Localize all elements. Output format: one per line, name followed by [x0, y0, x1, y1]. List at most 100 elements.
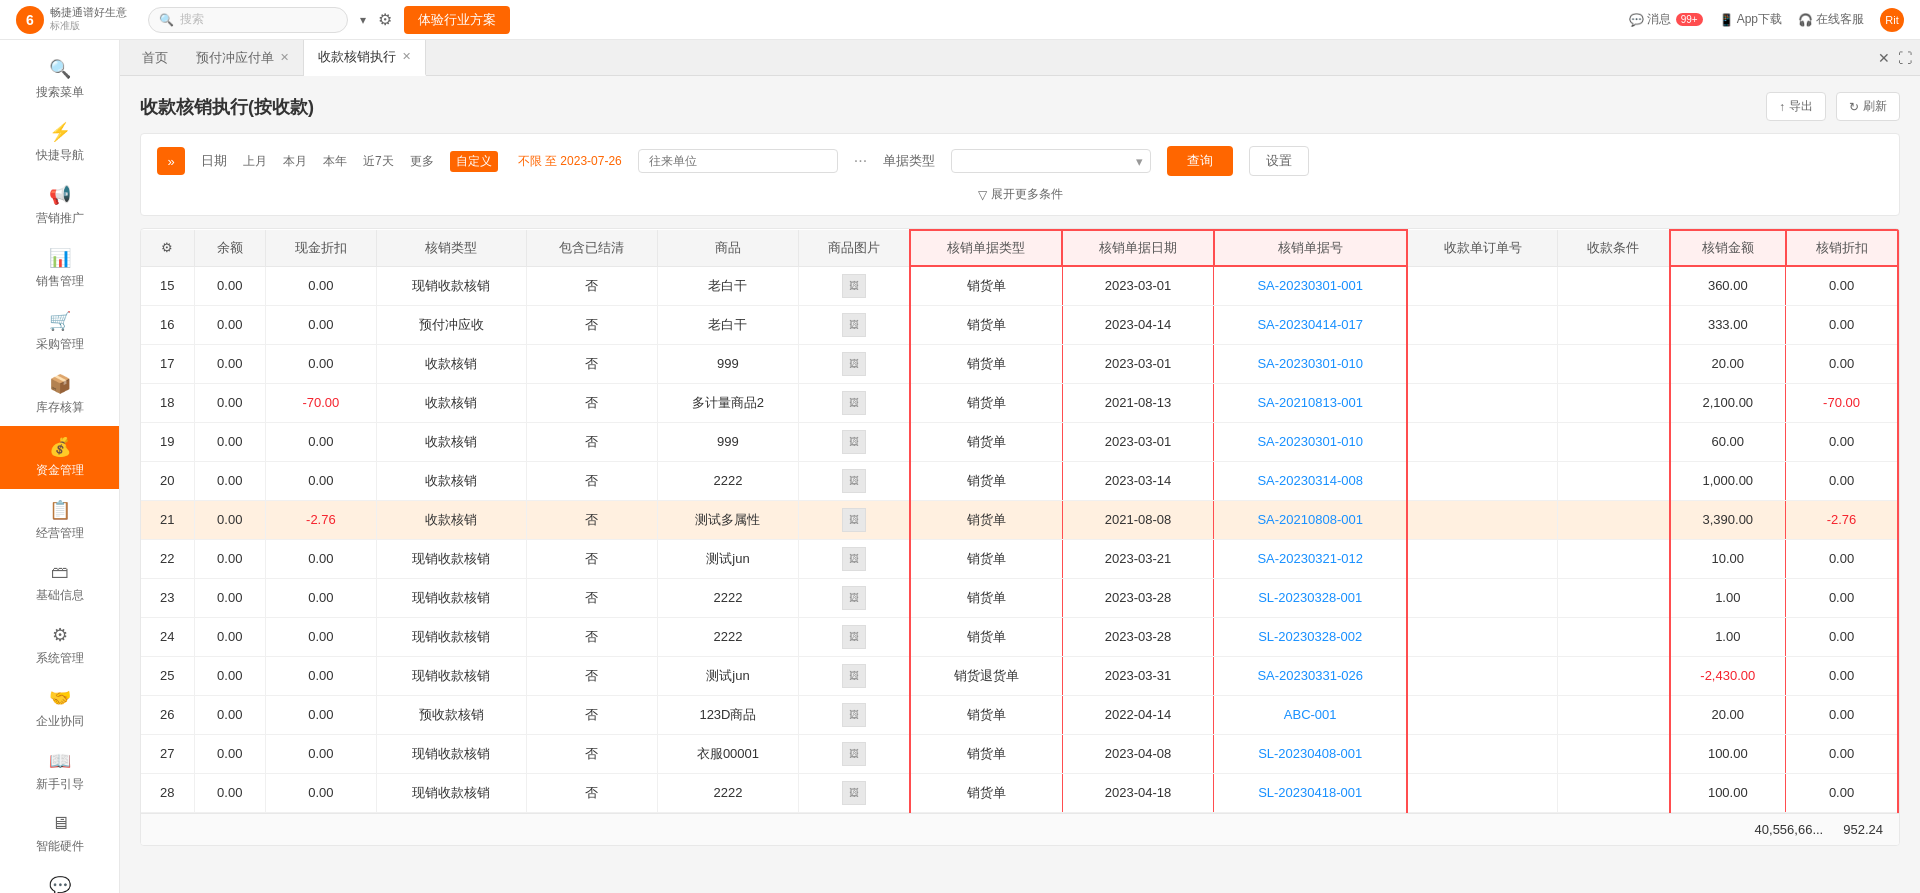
sidebar-item-cooperation[interactable]: 🤝 企业协同: [0, 677, 119, 740]
date-range-display: 不限 至 2023-07-26: [518, 153, 622, 170]
cell-bill-no[interactable]: SA-20230414-017: [1214, 305, 1407, 344]
cell-bill-no[interactable]: SA-20230301-010: [1214, 422, 1407, 461]
cell-idx: 18: [141, 383, 194, 422]
bill-no-link[interactable]: ABC-001: [1284, 707, 1337, 722]
bill-no-link[interactable]: SL-20230328-002: [1258, 629, 1362, 644]
cell-bill-date: 2023-03-14: [1062, 461, 1214, 500]
cell-write-off-amount: 20.00: [1670, 695, 1786, 734]
sidebar-item-basic[interactable]: 🗃 基础信息: [0, 552, 119, 614]
customer-input[interactable]: [638, 149, 838, 173]
cell-balance: 0.00: [194, 539, 265, 578]
tab-expand-btn[interactable]: ⛶: [1898, 50, 1912, 66]
date-custom[interactable]: 自定义: [450, 151, 498, 172]
cell-receipt-condition: [1558, 383, 1670, 422]
bill-type-select[interactable]: [951, 149, 1151, 173]
bill-no-link[interactable]: SA-20210808-001: [1257, 512, 1363, 527]
sidebar-item-search[interactable]: 🔍 搜索菜单: [0, 48, 119, 111]
sidebar-item-shortcut[interactable]: ⚡ 快捷导航: [0, 111, 119, 174]
sidebar-item-weixin[interactable]: 💬 企业微信: [0, 865, 119, 893]
bill-no-link[interactable]: SL-20230328-001: [1258, 590, 1362, 605]
sidebar-item-marketing[interactable]: 📢 营销推广: [0, 174, 119, 237]
cell-bill-no[interactable]: SA-20210813-001: [1214, 383, 1407, 422]
sidebar-item-sales[interactable]: 📊 销售管理: [0, 237, 119, 300]
cell-bill-no[interactable]: SA-20230331-026: [1214, 656, 1407, 695]
cell-goods-img: 🖼: [799, 266, 911, 305]
app-download-btn[interactable]: 📱 App下载: [1719, 11, 1782, 28]
cell-idx: 26: [141, 695, 194, 734]
user-menu[interactable]: Rit: [1880, 8, 1904, 32]
refresh-btn[interactable]: ↻ 刷新: [1836, 92, 1900, 121]
bill-no-link[interactable]: SA-20230321-012: [1257, 551, 1363, 566]
cell-idx: 16: [141, 305, 194, 344]
cell-bill-no[interactable]: SA-20230314-008: [1214, 461, 1407, 500]
notification-btn[interactable]: 💬 消息 99+: [1629, 11, 1703, 28]
cell-bill-no[interactable]: ABC-001: [1214, 695, 1407, 734]
tab-writeoff[interactable]: 收款核销执行 ✕: [304, 40, 426, 76]
tab-prepay-close[interactable]: ✕: [280, 51, 289, 64]
bill-no-link[interactable]: SA-20230314-008: [1257, 473, 1363, 488]
bill-no-link[interactable]: SA-20230414-017: [1257, 317, 1363, 332]
th-bill-no: 核销单据号: [1214, 230, 1407, 266]
cell-balance: 0.00: [194, 422, 265, 461]
bill-no-link[interactable]: SA-20230331-026: [1257, 668, 1363, 683]
dropdown-toggle[interactable]: ▾: [360, 13, 366, 27]
sidebar-item-management[interactable]: 📋 经营管理: [0, 489, 119, 552]
query-btn[interactable]: 查询: [1167, 146, 1233, 176]
cell-bill-no[interactable]: SA-20230321-012: [1214, 539, 1407, 578]
filter-expand-toggle[interactable]: »: [157, 147, 185, 175]
cell-goods: 多计量商品2: [657, 383, 799, 422]
th-settings[interactable]: ⚙: [141, 230, 194, 266]
tab-prepay[interactable]: 预付冲应付单 ✕: [182, 40, 304, 76]
bill-no-link[interactable]: SL-20230418-001: [1258, 785, 1362, 800]
logo-icon: 6: [16, 6, 44, 34]
cell-bill-no[interactable]: SL-20230408-001: [1214, 734, 1407, 773]
tab-writeoff-close[interactable]: ✕: [402, 50, 411, 63]
cell-bill-no[interactable]: SA-20230301-010: [1214, 344, 1407, 383]
sidebar-item-guide[interactable]: 📖 新手引导: [0, 740, 119, 803]
sidebar-item-finance[interactable]: 💰 资金管理: [0, 426, 119, 489]
hardware-icon: 🖥: [51, 813, 69, 834]
sidebar-item-purchase[interactable]: 🛒 采购管理: [0, 300, 119, 363]
cell-idx: 20: [141, 461, 194, 500]
search-bar[interactable]: 🔍 搜索: [148, 7, 348, 33]
settings-btn-filter[interactable]: 设置: [1249, 146, 1309, 176]
cell-bill-no[interactable]: SL-20230328-001: [1214, 578, 1407, 617]
date-last-month[interactable]: 上月: [243, 153, 267, 170]
cell-bill-type: 销货单: [910, 773, 1062, 812]
table-row: 20 0.00 0.00 收款核销 否 2222 🖼 销货单 2023-03-1…: [141, 461, 1898, 500]
table-row: 27 0.00 0.00 现销收款核销 否 衣服00001 🖼 销货单 2023…: [141, 734, 1898, 773]
date-7days[interactable]: 近7天: [363, 153, 394, 170]
bill-no-link[interactable]: SL-20230408-001: [1258, 746, 1362, 761]
date-more[interactable]: 更多: [410, 153, 434, 170]
service-btn[interactable]: 🎧 在线客服: [1798, 11, 1864, 28]
cell-bill-type: 销货单: [910, 305, 1062, 344]
tab-home[interactable]: 首页: [128, 49, 182, 67]
th-balance: 余额: [194, 230, 265, 266]
date-this-month[interactable]: 本月: [283, 153, 307, 170]
cell-bill-no[interactable]: SL-20230328-002: [1214, 617, 1407, 656]
cell-bill-no[interactable]: SA-20230301-001: [1214, 266, 1407, 305]
cell-receipt-condition: [1558, 266, 1670, 305]
export-btn[interactable]: ↑ 导出: [1766, 92, 1826, 121]
bill-no-link[interactable]: SA-20210813-001: [1257, 395, 1363, 410]
expand-conditions-btn[interactable]: ▽ 展开更多条件: [978, 186, 1063, 203]
sidebar-item-hardware[interactable]: 🖥 智能硬件: [0, 803, 119, 865]
cell-idx: 19: [141, 422, 194, 461]
cell-receipt-order: [1407, 461, 1558, 500]
bill-no-link[interactable]: SA-20230301-001: [1257, 278, 1363, 293]
date-this-year[interactable]: 本年: [323, 153, 347, 170]
trial-btn[interactable]: 体验行业方案: [404, 6, 510, 34]
cell-settled: 否: [527, 617, 658, 656]
bill-no-link[interactable]: SA-20230301-010: [1257, 434, 1363, 449]
cell-idx: 27: [141, 734, 194, 773]
logo-badge: 标准版: [50, 19, 127, 33]
cell-receipt-condition: [1558, 695, 1670, 734]
settings-icon[interactable]: ⚙: [378, 10, 392, 29]
cell-bill-no[interactable]: SL-20230418-001: [1214, 773, 1407, 812]
sidebar-item-system[interactable]: ⚙ 系统管理: [0, 614, 119, 677]
cell-bill-no[interactable]: SA-20210808-001: [1214, 500, 1407, 539]
sidebar-item-inventory[interactable]: 📦 库存核算: [0, 363, 119, 426]
bill-no-link[interactable]: SA-20230301-010: [1257, 356, 1363, 371]
tab-close-btn[interactable]: ✕: [1878, 50, 1890, 66]
cell-receipt-condition: [1558, 500, 1670, 539]
